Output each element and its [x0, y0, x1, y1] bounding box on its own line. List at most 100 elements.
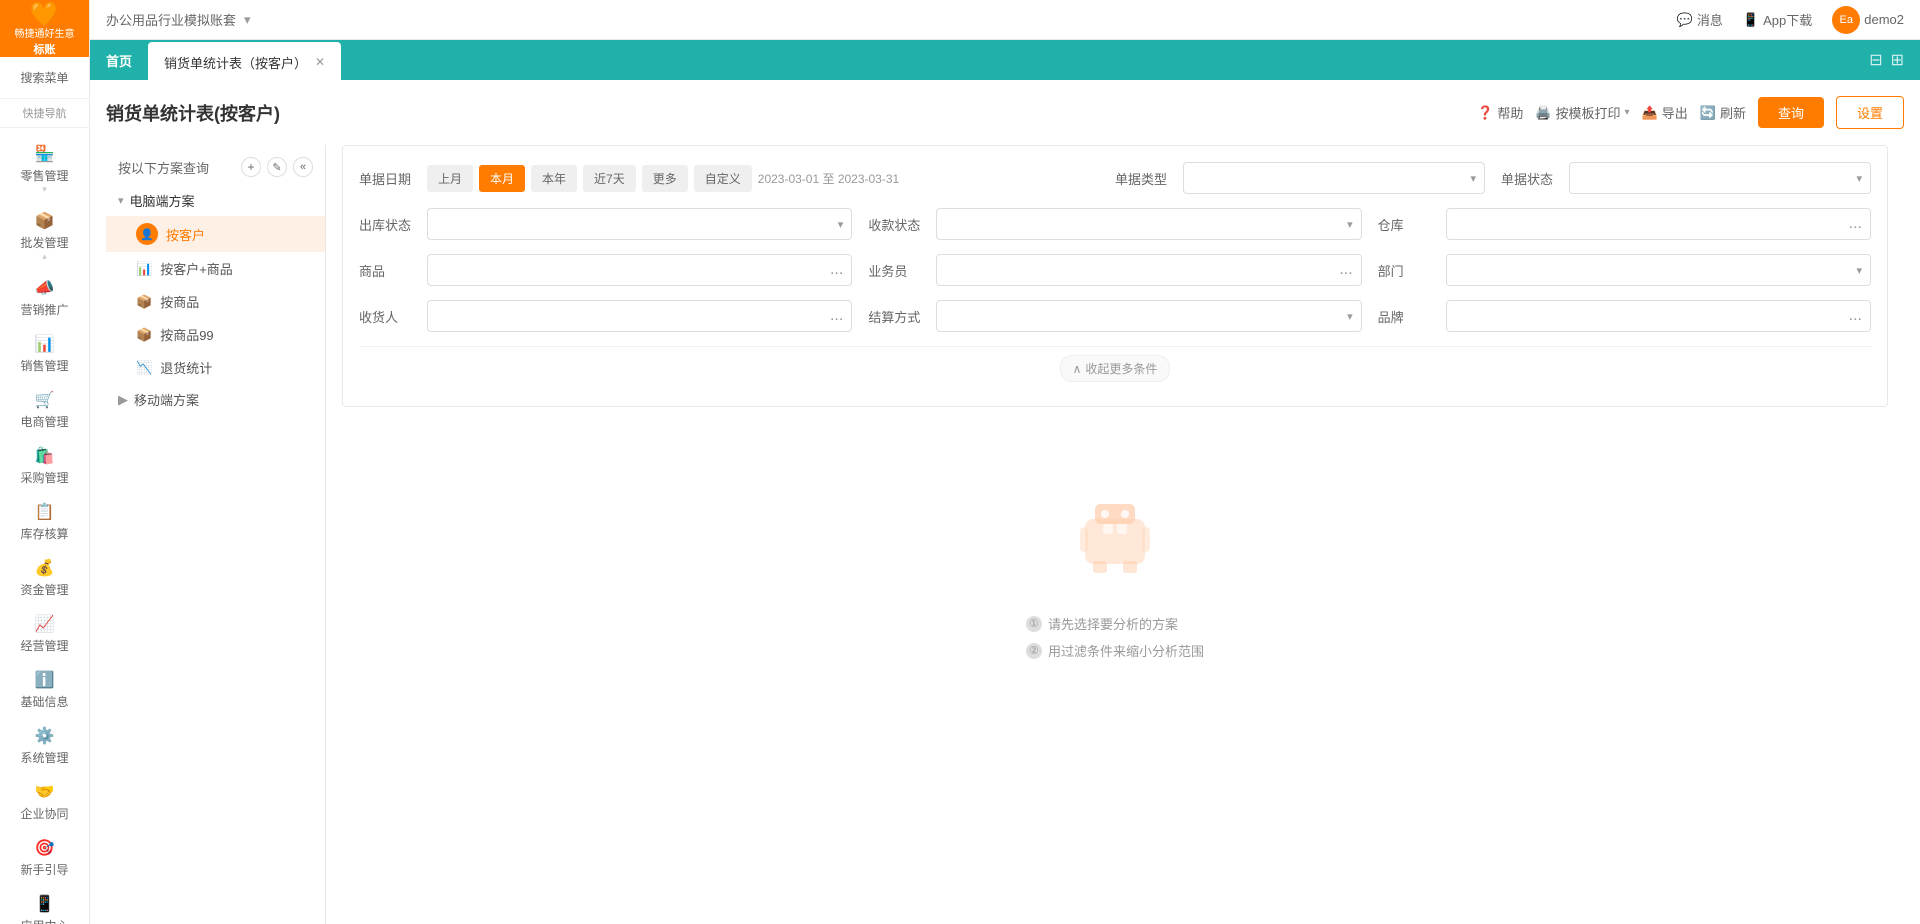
filter-row-3: 商品 ... 业务员 ...: [359, 254, 1871, 286]
sidebar-item-operations-label: 经营管理: [20, 637, 68, 654]
message-btn[interactable]: 💬 消息: [1677, 10, 1723, 29]
scheme-header: 按以下方案查询 + ✎ «: [106, 157, 325, 185]
sidebar-item-marketing[interactable]: 📣 营销推广: [0, 270, 89, 326]
tip-num-1: ①: [1026, 616, 1042, 632]
pc-group-header[interactable]: ▾ 电脑端方案: [106, 185, 325, 216]
breadcrumb-dropdown-icon[interactable]: ▾: [244, 12, 251, 28]
ship-status-select[interactable]: ▾: [427, 208, 852, 240]
goods-label: 商品: [359, 261, 419, 280]
filter-date-item: 单据日期 上月 本月 本年 近7天 更多 自定义 2023-03-01 至 20…: [359, 165, 1099, 192]
filter-results-area: 单据日期 上月 本月 本年 近7天 更多 自定义 2023-03-01 至 20…: [326, 145, 1904, 924]
settings-button[interactable]: 设置: [1836, 96, 1904, 129]
help-icon: ❓: [1477, 105, 1493, 121]
retail-arrow-icon: ▾: [42, 184, 47, 195]
sidebar-item-system[interactable]: ⚙️ 系统管理: [0, 718, 89, 774]
sidebar-item-operations[interactable]: 📈 经营管理: [0, 606, 89, 662]
inventory-icon: 📋: [35, 502, 55, 522]
top-header: 办公用品行业模拟账套 ▾ 💬 消息 📱 App下载 Ea demo2: [90, 0, 1920, 40]
scheme-item-return-stat[interactable]: 📉 退货统计: [106, 351, 325, 384]
sidebar-item-ecommerce[interactable]: 🛒 电商管理: [0, 382, 89, 438]
operations-icon: 📈: [35, 614, 55, 634]
page-title: 销货单统计表(按客户): [106, 100, 280, 126]
mobile-group-header[interactable]: ▶ 移动端方案: [118, 390, 313, 409]
receipt-status-label: 收款状态: [868, 215, 928, 234]
refresh-btn[interactable]: 🔄 刷新: [1700, 103, 1746, 122]
goods-select[interactable]: ...: [427, 254, 852, 286]
export-btn[interactable]: 📤 导出: [1642, 103, 1688, 122]
header-right-actions: 💬 消息 📱 App下载 Ea demo2: [1677, 6, 1904, 34]
scheme-item-by-customer[interactable]: 👤 按客户: [106, 216, 325, 252]
receiver-dots[interactable]: ...: [830, 307, 843, 325]
sidebar-item-appcenter[interactable]: 📱 应用中心: [0, 886, 89, 924]
doc-status-arrow-icon: ▾: [1856, 172, 1862, 185]
salesperson-select[interactable]: ...: [936, 254, 1361, 286]
sidebar-logo[interactable]: 🧡 畅捷通好生意 标账: [0, 0, 90, 57]
scheme-header-actions: + ✎ «: [241, 157, 313, 177]
tab-sales-stat-label: 销货单统计表（按客户）: [164, 53, 307, 72]
tab-sales-stat[interactable]: 销货单统计表（按客户） ✕: [148, 42, 341, 82]
sidebar-item-finance[interactable]: 💰 资金管理: [0, 550, 89, 606]
sidebar-item-sales-label: 销售管理: [20, 357, 68, 374]
filter-receipt-status-item: 收款状态 ▾: [868, 208, 1361, 240]
help-btn[interactable]: ❓ 帮助: [1477, 103, 1523, 122]
search-menu-area[interactable]: 搜索菜单: [0, 57, 89, 99]
department-arrow-icon: ▾: [1856, 264, 1862, 277]
collapse-btn[interactable]: ∧ 收起更多条件: [1060, 355, 1171, 382]
pc-scheme-group: ▾ 电脑端方案 👤 按客户 📊 按客户+商品 📦: [106, 185, 325, 384]
tab-close-icon[interactable]: ✕: [315, 55, 325, 69]
doc-type-select[interactable]: ▾: [1183, 162, 1485, 194]
quick-nav-label: 快捷导航: [0, 99, 89, 127]
scheme-edit-btn[interactable]: ✎: [267, 157, 287, 177]
enterprise-icon: 🤝: [35, 782, 55, 802]
warehouse-dots[interactable]: ...: [1849, 215, 1862, 233]
sidebar-item-purchase[interactable]: 🛍️ 采购管理: [0, 438, 89, 494]
sidebar-item-sales[interactable]: 📊 销售管理: [0, 326, 89, 382]
warehouse-select[interactable]: ...: [1446, 208, 1871, 240]
receipt-status-select[interactable]: ▾: [936, 208, 1361, 240]
salesperson-dots[interactable]: ...: [1339, 261, 1352, 279]
sidebar-item-enterprise[interactable]: 🤝 企业协同: [0, 774, 89, 830]
scheme-panel: 按以下方案查询 + ✎ « ▾ 电脑端方案: [106, 145, 326, 924]
collapse-icon: ∧: [1073, 362, 1082, 376]
filter-receiver-item: 收货人 ...: [359, 300, 852, 332]
settlement-select[interactable]: ▾: [936, 300, 1361, 332]
tab-maximize-icon[interactable]: ⊞: [1891, 50, 1904, 70]
collapse-label: 收起更多条件: [1085, 360, 1157, 377]
user-profile[interactable]: Ea demo2: [1832, 6, 1904, 34]
scheme-item-by-goods-99[interactable]: 📦 按商品99: [106, 318, 325, 351]
breadcrumb-text: 办公用品行业模拟账套: [106, 10, 236, 29]
brand-select[interactable]: ...: [1446, 300, 1871, 332]
sidebar-item-retail[interactable]: 🏪 零售管理 ▾: [0, 136, 89, 203]
sidebar-item-enterprise-label: 企业协同: [20, 805, 68, 822]
scheme-item-by-goods[interactable]: 📦 按商品: [106, 285, 325, 318]
date-last7-btn[interactable]: 近7天: [583, 165, 636, 192]
page-actions: ❓ 帮助 🖨️ 按模板打印 ▾ 📤 导出 🔄 刷新: [1477, 96, 1904, 129]
date-last-month-btn[interactable]: 上月: [427, 165, 473, 192]
sidebar-item-wholesale[interactable]: 📦 批发管理 ▴: [0, 203, 89, 270]
sidebar-item-appcenter-label: 应用中心: [20, 917, 68, 924]
department-select[interactable]: ▾: [1446, 254, 1871, 286]
scheme-collapse-btn[interactable]: «: [293, 157, 313, 177]
date-this-year-btn[interactable]: 本年: [531, 165, 577, 192]
sidebar-item-inventory[interactable]: 📋 库存核算: [0, 494, 89, 550]
tab-home[interactable]: 首页: [90, 40, 148, 80]
brand-dots[interactable]: ...: [1849, 307, 1862, 325]
goods-dots[interactable]: ...: [830, 261, 843, 279]
sidebar-item-basic[interactable]: ℹ️ 基础信息: [0, 662, 89, 718]
print-btn[interactable]: 🖨️ 按模板打印 ▾: [1535, 103, 1629, 122]
doc-status-select[interactable]: ▾: [1569, 162, 1871, 194]
scheme-add-btn[interactable]: +: [241, 157, 261, 177]
date-more-btn[interactable]: 更多: [642, 165, 688, 192]
newbie-icon: 🎯: [35, 838, 55, 858]
sidebar-item-newbie[interactable]: 🎯 新手引导: [0, 830, 89, 886]
sidebar-item-system-label: 系统管理: [20, 749, 68, 766]
scheme-item-by-customer-goods[interactable]: 📊 按客户+商品: [106, 252, 325, 285]
query-button[interactable]: 查询: [1758, 97, 1824, 128]
filter-settlement-item: 结算方式 ▾: [868, 300, 1361, 332]
receiver-select[interactable]: ...: [427, 300, 852, 332]
date-this-month-btn[interactable]: 本月: [479, 165, 525, 192]
page-header: 销货单统计表(按客户) ❓ 帮助 🖨️ 按模板打印 ▾ 📤 导出: [106, 96, 1904, 129]
tab-minimize-icon[interactable]: ⊟: [1869, 50, 1882, 70]
app-download-btn[interactable]: 📱 App下载: [1743, 10, 1812, 29]
date-custom-btn[interactable]: 自定义: [694, 165, 752, 192]
